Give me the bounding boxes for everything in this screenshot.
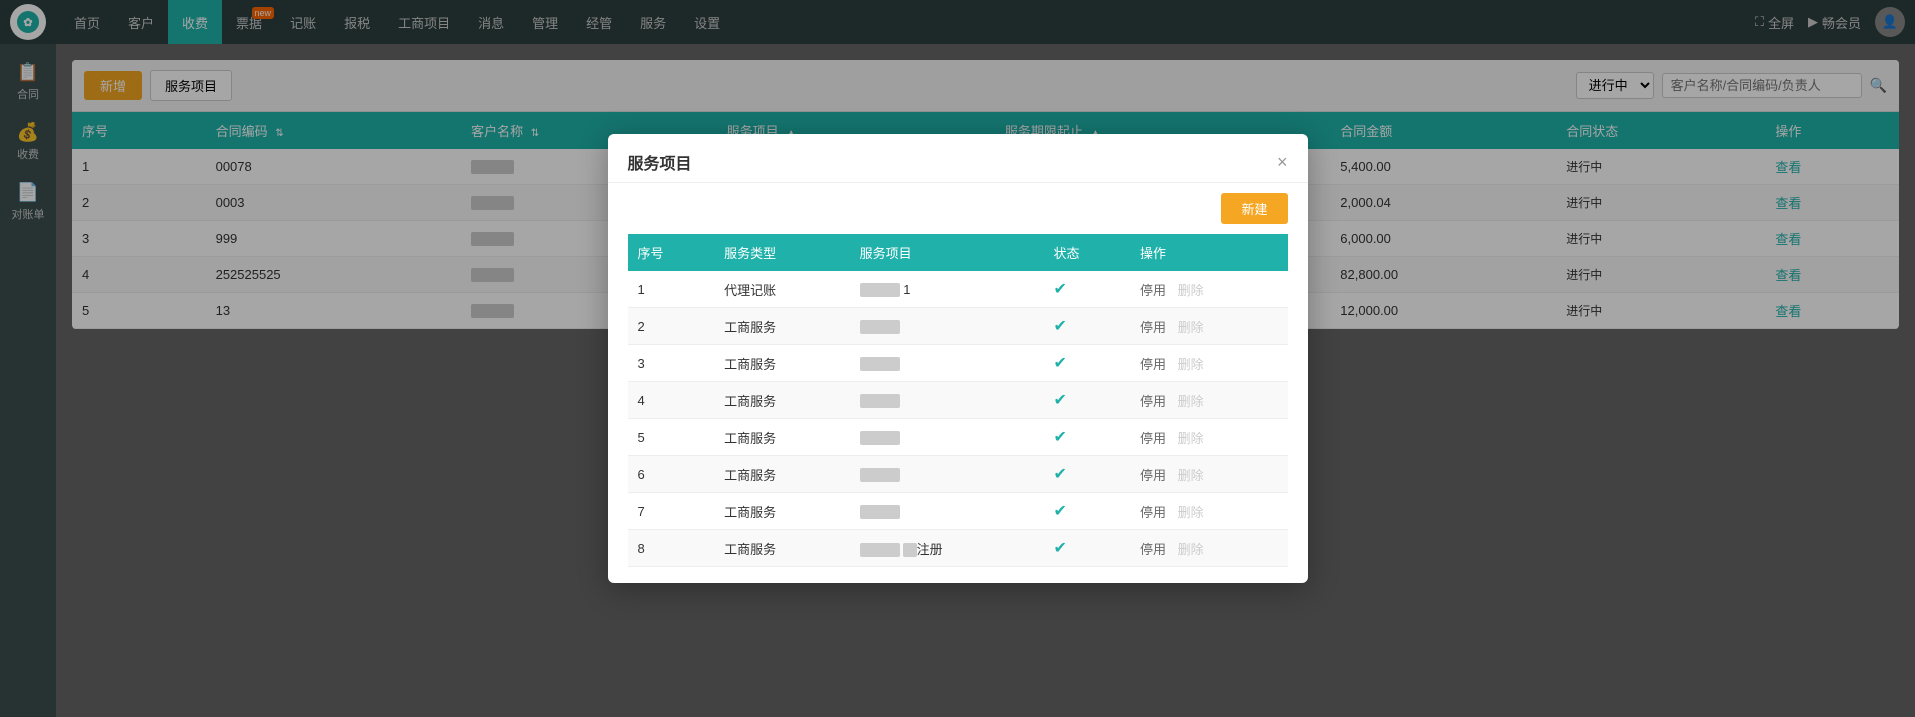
modal-cell-action: 停用 删除: [1130, 493, 1287, 530]
modal-cell-item: [850, 382, 1044, 419]
modal-toolbar: 新建: [608, 183, 1308, 234]
modal-body: 序号 服务类型 服务项目 状态 操作 1 代理记账 1 ✔ 停用 删除: [608, 234, 1308, 583]
modal-col-item: 服务项目: [850, 234, 1044, 271]
modal-cell-action: 停用 删除: [1130, 530, 1287, 567]
modal-cell-status: ✔: [1043, 456, 1130, 493]
modal-cell-item: [850, 456, 1044, 493]
modal-table-row: 4 工商服务 ✔ 停用 删除: [628, 382, 1288, 419]
modal-cell-item: [850, 419, 1044, 456]
modal-col-status: 状态: [1043, 234, 1130, 271]
modal-cell-type: 工商服务: [714, 382, 850, 419]
service-table: 序号 服务类型 服务项目 状态 操作 1 代理记账 1 ✔ 停用 删除: [628, 234, 1288, 567]
modal-cell-type: 代理记账: [714, 271, 850, 308]
modal-col-type: 服务类型: [714, 234, 850, 271]
service-modal: 服务项目 × 新建 序号 服务类型 服务项目 状态 操作 1 代理记账: [608, 134, 1308, 583]
modal-cell-item: 1: [850, 271, 1044, 308]
modal-cell-seq: 2: [628, 308, 715, 345]
modal-cell-seq: 5: [628, 419, 715, 456]
modal-cell-status: ✔: [1043, 382, 1130, 419]
modal-table-row: 5 工商服务 ✔ 停用 删除: [628, 419, 1288, 456]
modal-table-row: 6 工商服务 ✔ 停用 删除: [628, 456, 1288, 493]
modal-cell-status: ✔: [1043, 419, 1130, 456]
modal-new-button[interactable]: 新建: [1221, 193, 1287, 224]
modal-cell-type: 工商服务: [714, 530, 850, 567]
modal-title: 服务项目: [628, 150, 692, 174]
modal-cell-item: [850, 493, 1044, 530]
modal-table-row: 7 工商服务 ✔ 停用 删除: [628, 493, 1288, 530]
modal-cell-status: ✔: [1043, 493, 1130, 530]
modal-cell-seq: 1: [628, 271, 715, 308]
modal-cell-seq: 7: [628, 493, 715, 530]
modal-cell-type: 工商服务: [714, 345, 850, 382]
modal-table-row: 1 代理记账 1 ✔ 停用 删除: [628, 271, 1288, 308]
modal-cell-action: 停用 删除: [1130, 271, 1287, 308]
modal-cell-status: ✔: [1043, 345, 1130, 382]
modal-cell-action: 停用 删除: [1130, 345, 1287, 382]
modal-cell-status: ✔: [1043, 308, 1130, 345]
modal-table-row: 2 工商服务 ✔ 停用 删除: [628, 308, 1288, 345]
modal-cell-action: 停用 删除: [1130, 419, 1287, 456]
modal-cell-status: ✔: [1043, 271, 1130, 308]
modal-cell-type: 工商服务: [714, 308, 850, 345]
modal-cell-item: [850, 345, 1044, 382]
modal-table-row: 8 工商服务 注册 ✔ 停用 删除: [628, 530, 1288, 567]
modal-col-seq: 序号: [628, 234, 715, 271]
modal-cell-action: 停用 删除: [1130, 308, 1287, 345]
modal-cell-seq: 6: [628, 456, 715, 493]
modal-cell-type: 工商服务: [714, 456, 850, 493]
modal-cell-action: 停用 删除: [1130, 382, 1287, 419]
modal-cell-seq: 4: [628, 382, 715, 419]
modal-cell-type: 工商服务: [714, 493, 850, 530]
modal-cell-item: 注册: [850, 530, 1044, 567]
modal-cell-action: 停用 删除: [1130, 456, 1287, 493]
modal-cell-seq: 3: [628, 345, 715, 382]
modal-overlay: 服务项目 × 新建 序号 服务类型 服务项目 状态 操作 1 代理记账: [0, 0, 1915, 717]
modal-cell-type: 工商服务: [714, 419, 850, 456]
modal-cell-status: ✔: [1043, 530, 1130, 567]
modal-cell-item: [850, 308, 1044, 345]
modal-table-row: 3 工商服务 ✔ 停用 删除: [628, 345, 1288, 382]
modal-close-button[interactable]: ×: [1277, 152, 1288, 173]
modal-cell-seq: 8: [628, 530, 715, 567]
modal-header: 服务项目 ×: [608, 134, 1308, 183]
modal-col-action: 操作: [1130, 234, 1287, 271]
